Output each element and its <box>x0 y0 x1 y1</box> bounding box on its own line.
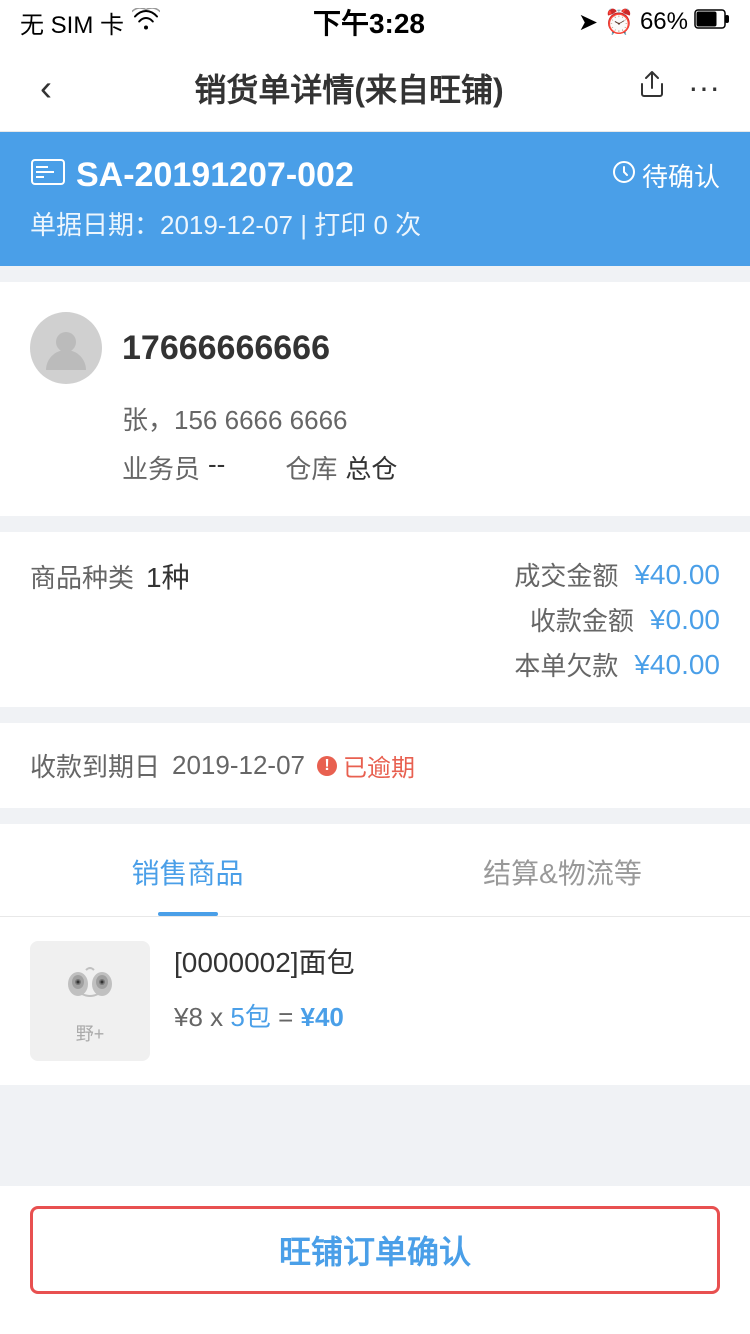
equals-sign: = <box>278 1002 293 1032</box>
customer-phone: 17666666666 <box>122 329 330 368</box>
tab-products[interactable]: 销售商品 <box>0 824 375 916</box>
salesperson-value: -- <box>208 449 225 486</box>
summary-right: 成交金额 ¥40.00 收款金额 ¥0.00 本单欠款 ¥40.00 <box>514 556 720 683</box>
alarm-icon: ⏰ <box>604 8 634 37</box>
summary-card: 商品种类 1种 成交金额 ¥40.00 收款金额 ¥0.00 本单欠款 ¥40.… <box>0 532 750 707</box>
deal-amount-label: 成交金额 <box>514 556 618 593</box>
status-bar: 无 SIM 卡 下午3:28 ➤ ⏰ 66% <box>0 0 750 44</box>
product-item: 野+ [0000002]面包 ¥8 x 5包 = ¥40 <box>0 917 750 1085</box>
status-left: 无 SIM 卡 <box>20 5 160 40</box>
sim-status: 无 SIM 卡 <box>20 5 124 40</box>
product-info: [0000002]面包 ¥8 x 5包 = ¥40 <box>174 941 720 1034</box>
tabs-header: 销售商品 结算&物流等 <box>0 824 750 917</box>
wifi-icon <box>132 8 160 37</box>
deal-amount-value: ¥40.00 <box>634 559 720 591</box>
order-date: 单据日期：2019-12-07 | 打印 0 次 <box>30 205 720 242</box>
customer-meta: 业务员 -- 仓库 总仓 <box>30 449 720 486</box>
back-button[interactable]: ‹ <box>30 57 62 119</box>
multiply-sign: x <box>210 1002 223 1032</box>
salesperson-label: 业务员 <box>122 449 200 486</box>
status-right: ➤ ⏰ 66% <box>578 8 730 37</box>
product-name: [0000002]面包 <box>174 941 720 981</box>
order-icon <box>30 156 66 195</box>
due-date-label: 收款到期日 <box>30 747 160 784</box>
customer-avatar <box>30 312 102 384</box>
order-header: SA-20191207-002 待确认 单据日期：2019-12-07 | 打印… <box>0 132 750 266</box>
overdue-badge: ! 已逾期 <box>317 748 415 783</box>
tab-settlement[interactable]: 结算&物流等 <box>375 824 750 916</box>
product-thumbnail: 野+ <box>30 941 150 1061</box>
price-qty: 5包 <box>230 1002 270 1032</box>
warehouse-value: 总仓 <box>345 449 397 486</box>
warehouse-label: 仓库 <box>285 449 337 486</box>
summary-left: 商品种类 1种 <box>30 556 190 596</box>
price-unit: ¥8 <box>174 1002 203 1032</box>
category-label: 商品种类 <box>30 558 134 595</box>
owed-row: 本单欠款 ¥40.00 <box>514 646 720 683</box>
overdue-icon: ! <box>317 756 337 776</box>
received-row: 收款金额 ¥0.00 <box>530 601 720 638</box>
status-time: 下午3:28 <box>313 2 425 42</box>
brand-owl-icon <box>60 956 120 1016</box>
category-value: 1种 <box>146 556 190 596</box>
received-label: 收款金额 <box>530 601 634 638</box>
warehouse-item: 仓库 总仓 <box>285 449 397 486</box>
owed-label: 本单欠款 <box>514 646 618 683</box>
tabs-container: 销售商品 结算&物流等 <box>0 824 750 1085</box>
salesperson-item: 业务员 -- <box>122 449 225 486</box>
share-button[interactable] <box>636 68 668 108</box>
customer-card: 17666666666 张，156 6666 6666 业务员 -- 仓库 总仓 <box>0 282 750 516</box>
order-status: 待确认 <box>612 157 720 194</box>
battery-text: 66% <box>640 8 688 36</box>
product-thumb-inner: 野+ <box>60 956 120 1046</box>
due-date-value: 2019-12-07 <box>172 750 305 781</box>
location-icon: ➤ <box>578 8 598 37</box>
more-button[interactable]: ··· <box>688 69 720 106</box>
deal-amount-row: 成交金额 ¥40.00 <box>514 556 720 593</box>
price-total: ¥40 <box>301 1002 344 1032</box>
nav-actions: ··· <box>636 68 720 108</box>
due-date-card: 收款到期日 2019-12-07 ! 已逾期 <box>0 723 750 808</box>
battery-icon <box>694 8 730 36</box>
brand-label: 野+ <box>76 1020 105 1046</box>
nav-bar: ‹ 销货单详情(来自旺铺) ··· <box>0 44 750 132</box>
received-value: ¥0.00 <box>650 604 720 636</box>
customer-name-info: 张，156 6666 6666 <box>30 400 720 437</box>
clock-icon <box>612 160 636 191</box>
overdue-text: 已逾期 <box>343 748 415 783</box>
owed-value: ¥40.00 <box>634 649 720 681</box>
page-title: 销货单详情(来自旺铺) <box>194 65 503 111</box>
order-header-top: SA-20191207-002 待确认 <box>30 156 720 195</box>
customer-top: 17666666666 <box>30 312 720 384</box>
confirm-order-button[interactable]: 旺铺订单确认 <box>30 1206 720 1294</box>
bottom-action-bar: 旺铺订单确认 <box>0 1186 750 1334</box>
product-price: ¥8 x 5包 = ¥40 <box>174 997 720 1034</box>
order-number: SA-20191207-002 <box>30 156 354 195</box>
